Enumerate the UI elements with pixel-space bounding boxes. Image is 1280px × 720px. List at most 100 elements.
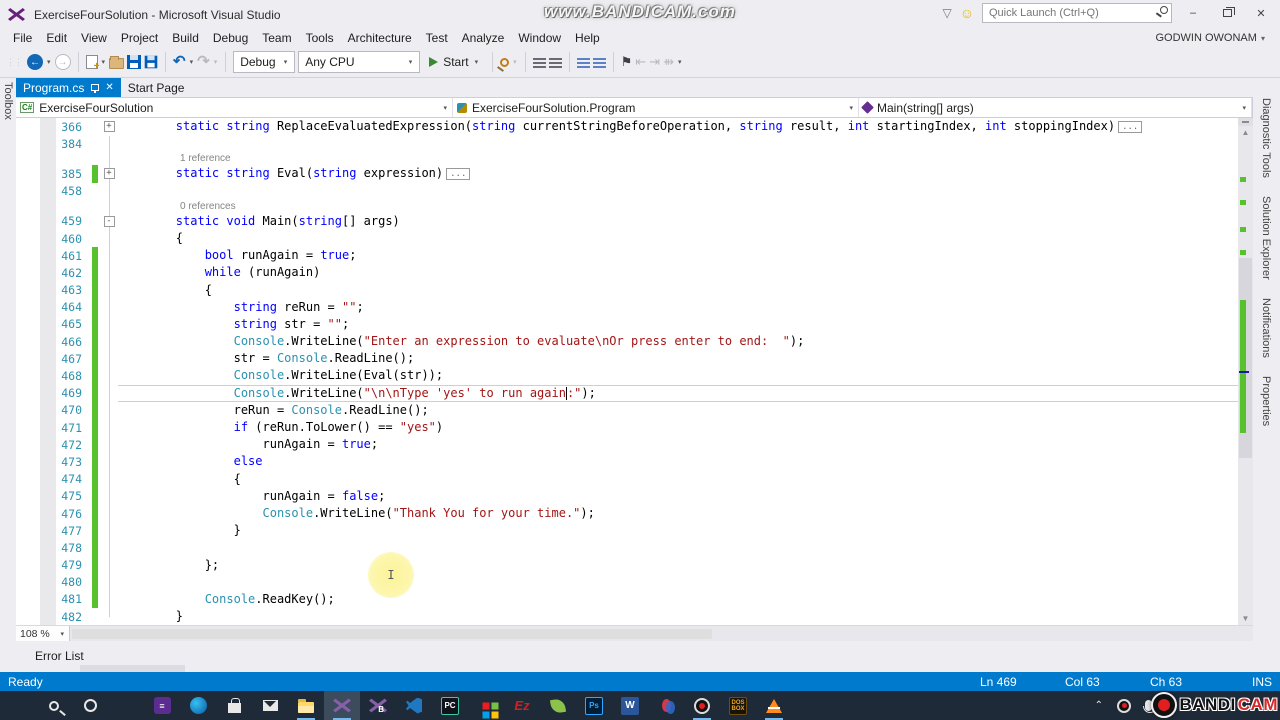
smiley-feedback-icon[interactable]: ☺ (960, 5, 974, 21)
glyph-margin[interactable] (40, 402, 56, 419)
glyph-margin[interactable] (40, 316, 56, 333)
expand-icon[interactable]: + (103, 121, 115, 133)
code-line-471[interactable]: 471 if (reRun.ToLower() == "yes") (16, 419, 1238, 437)
project-dropdown[interactable]: C# ExerciseFourSolution ▾ (16, 98, 453, 117)
glyph-margin[interactable] (40, 165, 56, 182)
code-text[interactable]: reRun = Console.ReadLine(); (118, 402, 1238, 419)
menu-tools[interactable]: Tools (299, 30, 341, 46)
code-line-466[interactable]: 466 Console.WriteLine("Enter an expressi… (16, 333, 1238, 351)
taskbar-explorer[interactable] (288, 691, 324, 720)
taskbar-dosbox[interactable]: DOS BOX (720, 691, 756, 720)
taskbar-pycharm[interactable]: PC (432, 691, 468, 720)
scroll-down-icon[interactable]: ▼ (1238, 612, 1253, 625)
line-number[interactable]: 385 (56, 167, 88, 181)
glyph-margin[interactable] (40, 557, 56, 574)
code-text[interactable]: Console.ReadKey(); (118, 591, 1238, 608)
code-text[interactable]: static void Main(string[] args) (118, 213, 1238, 230)
expand-icon[interactable]: + (103, 168, 115, 180)
line-number[interactable]: 469 (56, 386, 88, 400)
code-line-473[interactable]: 473 else (16, 453, 1238, 471)
editor-zoom-dropdown[interactable]: 108 % ▾ (16, 625, 70, 642)
glyph-margin[interactable] (40, 183, 56, 200)
code-line-478[interactable]: 478 (16, 539, 1238, 557)
taskbar-start-button[interactable] (0, 691, 36, 720)
toolbox-tab[interactable]: Toolbox (2, 82, 14, 120)
next-bookmark-button[interactable]: ⇥ (649, 54, 660, 70)
glyph-margin[interactable] (40, 522, 56, 539)
undo-button[interactable]: ↶ (173, 54, 186, 69)
line-number[interactable]: 468 (56, 369, 88, 383)
clear-bookmarks-button[interactable]: ⇻ (663, 54, 674, 70)
glyph-margin[interactable] (40, 367, 56, 384)
menu-window[interactable]: Window (511, 30, 568, 46)
taskbar-leaf[interactable] (540, 691, 576, 720)
uncomment-button[interactable] (548, 57, 562, 69)
line-number[interactable]: 366 (56, 120, 88, 134)
increase-indent-button[interactable] (592, 57, 606, 69)
dock-tab-properties[interactable]: Properties (1260, 376, 1272, 426)
start-debug-button[interactable]: Start ▾ (423, 55, 485, 69)
tray-record-icon[interactable] (1117, 698, 1131, 713)
taskbar-vscode[interactable] (396, 691, 432, 720)
member-dropdown[interactable]: Main(string[] args) ▾ (859, 98, 1252, 117)
code-text[interactable]: string reRun = ""; (118, 299, 1238, 316)
menu-analyze[interactable]: Analyze (455, 30, 512, 46)
menu-view[interactable]: View (74, 30, 114, 46)
code-text[interactable]: static string Eval(string expression)... (118, 165, 1238, 182)
toggle-bookmark-button[interactable]: ⚑ (621, 54, 633, 70)
code-line-480[interactable]: 480 (16, 573, 1238, 591)
line-number[interactable]: 463 (56, 283, 88, 297)
line-number[interactable]: 476 (56, 507, 88, 521)
code-line-465[interactable]: 465 string str = ""; (16, 315, 1238, 334)
tab-start-page[interactable]: Start Page (121, 78, 192, 97)
glyph-margin[interactable] (40, 230, 56, 247)
code-line-385[interactable]: 385 + static string Eval(string expressio… (16, 165, 1238, 183)
taskbar-photoshop[interactable]: Ps (576, 691, 612, 720)
close-tab-icon[interactable]: ✕ (105, 82, 113, 93)
code-text[interactable]: { (118, 282, 1238, 299)
decrease-indent-button[interactable] (576, 57, 590, 69)
line-number[interactable]: 475 (56, 489, 88, 503)
solution-platform-dropdown[interactable]: Any CPU ▾ (298, 51, 421, 73)
taskbar-wondershare[interactable] (648, 691, 684, 720)
scroll-up-icon[interactable]: ▲ (1238, 126, 1253, 139)
line-number[interactable]: 466 (56, 335, 88, 349)
line-number[interactable]: 459 (56, 214, 88, 228)
code-line-468[interactable]: 468 Console.WriteLine(Eval(str)); (16, 367, 1238, 385)
signed-in-user[interactable]: GODWIN OWONAM ▾ (1155, 32, 1266, 44)
glyph-margin[interactable] (40, 385, 56, 402)
code-line-472[interactable]: 472 runAgain = true; (16, 436, 1238, 454)
code-text[interactable]: { (118, 230, 1238, 247)
glyph-margin[interactable] (40, 333, 56, 350)
line-number[interactable]: 473 (56, 455, 88, 469)
taskbar-search[interactable] (36, 691, 72, 720)
menu-project[interactable]: Project (114, 30, 165, 46)
tab-program-cs[interactable]: Program.cs ✕ (16, 78, 121, 97)
taskbar-edge[interactable] (180, 691, 216, 720)
find-in-files-icon[interactable] (500, 57, 510, 67)
code-line-479[interactable]: 479 }; (16, 556, 1238, 574)
code-text[interactable]: { (118, 471, 1238, 488)
comment-out-button[interactable] (532, 57, 546, 69)
pin-tab-icon[interactable] (90, 83, 100, 93)
code-text[interactable]: Console.WriteLine("Enter an expression t… (118, 333, 1238, 350)
code-text[interactable]: }; (118, 557, 1238, 574)
line-number[interactable]: 471 (56, 421, 88, 435)
glyph-margin[interactable] (40, 608, 56, 625)
glyph-margin[interactable] (40, 299, 56, 316)
code-text[interactable]: Console.WriteLine("Thank You for your ti… (118, 505, 1238, 522)
taskbar-vlc[interactable] (756, 691, 792, 720)
code-line-467[interactable]: 467 str = Console.ReadLine(); (16, 350, 1238, 368)
menu-build[interactable]: Build (165, 30, 206, 46)
save-button[interactable] (127, 55, 142, 69)
glyph-margin[interactable] (40, 118, 56, 135)
vertical-scrollbar[interactable]: ▲ ▼ (1238, 118, 1253, 625)
line-number[interactable]: 481 (56, 592, 88, 606)
taskbar-task-view[interactable] (108, 691, 144, 720)
glyph-margin[interactable] (40, 471, 56, 488)
taskbar-word[interactable]: W (612, 691, 648, 720)
code-line-476[interactable]: 476 Console.WriteLine("Thank You for you… (16, 504, 1238, 523)
line-number[interactable]: 480 (56, 575, 88, 589)
code-text[interactable]: } (118, 522, 1238, 539)
new-file-dropdown-icon[interactable]: ▾ (102, 58, 106, 66)
